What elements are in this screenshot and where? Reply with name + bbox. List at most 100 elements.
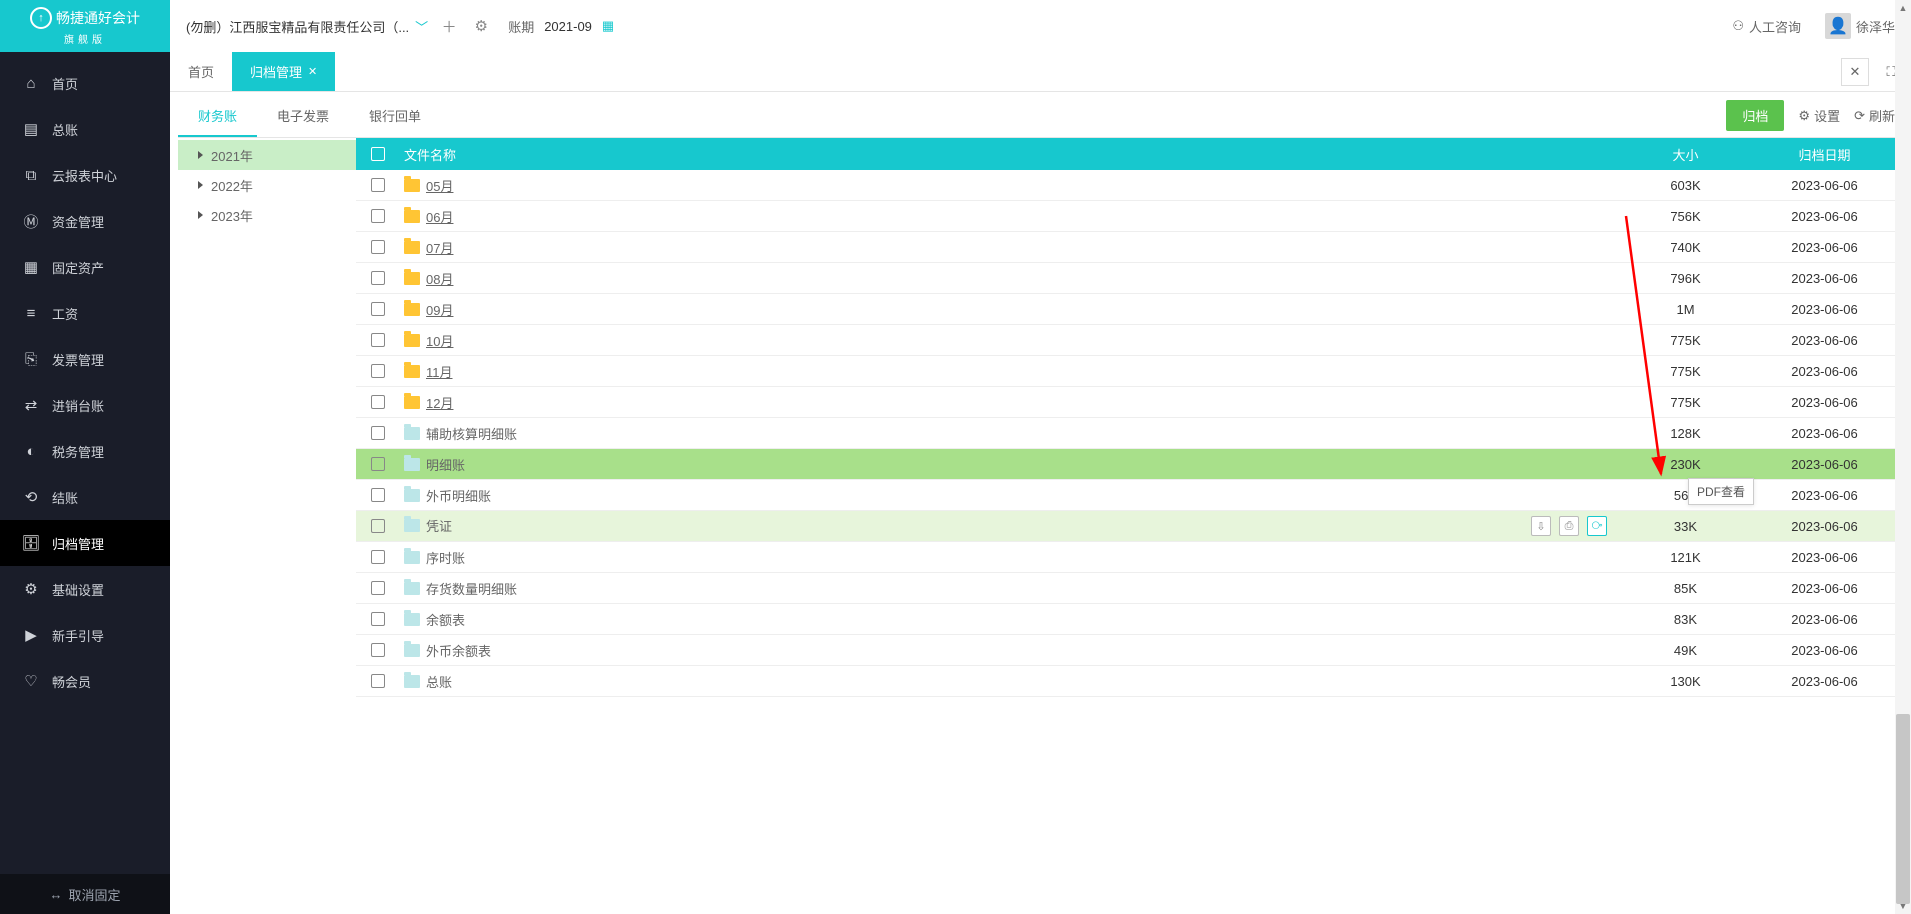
row-checkbox[interactable] — [371, 178, 385, 192]
calendar-icon[interactable]: ▦ — [602, 18, 614, 34]
sidebar-pin-toggle[interactable]: ↔ 取消固定 — [0, 874, 170, 914]
folder-icon — [404, 519, 420, 532]
sidebar-item-guide[interactable]: ▶新手引导 — [0, 612, 170, 658]
sidebar-item-money[interactable]: Ⓜ资金管理 — [0, 198, 170, 244]
table-row[interactable]: 11月775K2023-06-06 — [356, 356, 1903, 387]
table-row[interactable]: 10月775K2023-06-06 — [356, 325, 1903, 356]
table-row[interactable]: 存货数量明细账85K2023-06-06 — [356, 573, 1903, 604]
folder-icon — [404, 613, 420, 626]
sidebar-item-stock[interactable]: ⇄进销台账 — [0, 382, 170, 428]
consult-link[interactable]: ⚇ 人工咨询 — [1732, 17, 1801, 36]
sidebar-item-label: 税务管理 — [52, 442, 104, 461]
table-row[interactable]: 06月756K2023-06-06 — [356, 201, 1903, 232]
sidebar-item-gear[interactable]: ⚙基础设置 — [0, 566, 170, 612]
table-row[interactable]: 08月796K2023-06-06 — [356, 263, 1903, 294]
pdf-icon[interactable]: ⎙ — [1559, 516, 1579, 536]
sidebar-item-chart[interactable]: ⧉云报表中心 — [0, 152, 170, 198]
vertical-scrollbar[interactable]: ▲ ▼ — [1895, 0, 1911, 914]
row-checkbox[interactable] — [371, 209, 385, 223]
tree-year-2021年[interactable]: 2021年 — [178, 140, 356, 170]
file-size: 603K — [1613, 178, 1758, 193]
sidebar-item-salary[interactable]: ≡工资 — [0, 290, 170, 336]
row-checkbox[interactable] — [371, 581, 385, 595]
row-checkbox[interactable] — [371, 426, 385, 440]
company-selector[interactable]: (勿删）江西服宝精品有限责任公司（... ﹀ — [186, 17, 428, 36]
table-row[interactable]: 余额表83K2023-06-06 — [356, 604, 1903, 635]
sidebar-item-ledger[interactable]: ▤总账 — [0, 106, 170, 152]
tree-year-label: 2021年 — [211, 146, 253, 165]
row-checkbox[interactable] — [371, 271, 385, 285]
file-item[interactable]: 09月 — [404, 300, 453, 319]
sidebar-item-label: 总账 — [52, 120, 78, 139]
folder-icon — [404, 489, 420, 502]
file-item[interactable]: 06月 — [404, 207, 453, 226]
scroll-up-icon[interactable]: ▲ — [1899, 0, 1908, 16]
sidebar-item-asset[interactable]: ▦固定资产 — [0, 244, 170, 290]
row-checkbox[interactable] — [371, 488, 385, 502]
row-checkbox[interactable] — [371, 240, 385, 254]
sidebar-item-label: 进销台账 — [52, 396, 104, 415]
settings-button[interactable]: ⚙ — [470, 15, 492, 37]
sidebar-item-invoice[interactable]: ⎘发票管理 — [0, 336, 170, 382]
tree-year-2023年[interactable]: 2023年 — [178, 200, 356, 230]
folder-icon — [404, 303, 420, 316]
view-icon[interactable]: ⧂ — [1587, 516, 1607, 536]
row-checkbox[interactable] — [371, 643, 385, 657]
file-grid: 文件名称 大小 归档日期 05月603K2023-06-0606月756K202… — [356, 138, 1903, 906]
file-item: 凭证 — [404, 516, 452, 535]
row-checkbox[interactable] — [371, 302, 385, 316]
add-button[interactable]: ＋ — [438, 15, 460, 37]
subtab-1[interactable]: 电子发票 — [257, 96, 349, 137]
file-item: 明细账 — [404, 455, 465, 474]
archive-button[interactable]: 归档 — [1726, 100, 1784, 131]
file-date: 2023-06-06 — [1758, 581, 1903, 596]
file-item[interactable]: 05月 — [404, 176, 453, 195]
sidebar-item-tax[interactable]: ◐ 税务管理 — [0, 428, 170, 474]
row-checkbox[interactable] — [371, 612, 385, 626]
file-item[interactable]: 12月 — [404, 393, 453, 412]
close-icon[interactable]: ✕ — [308, 65, 317, 78]
row-checkbox[interactable] — [371, 364, 385, 378]
table-row[interactable]: 明细账230K2023-06-06 — [356, 449, 1903, 480]
file-item[interactable]: 10月 — [404, 331, 453, 350]
subtab-0[interactable]: 财务账 — [178, 96, 257, 137]
select-all-checkbox[interactable] — [371, 147, 385, 161]
row-checkbox[interactable] — [371, 395, 385, 409]
sidebar-item-home[interactable]: ⌂首页 — [0, 60, 170, 106]
file-item[interactable]: 11月 — [404, 362, 453, 381]
tab-archive[interactable]: 归档管理 ✕ — [232, 52, 335, 91]
pin-icon: ↔ — [49, 887, 62, 902]
row-checkbox[interactable] — [371, 519, 385, 533]
row-checkbox[interactable] — [371, 457, 385, 471]
table-row[interactable]: 05月603K2023-06-06 — [356, 170, 1903, 201]
refresh-link[interactable]: ⟳ 刷新 — [1854, 106, 1895, 125]
row-checkbox[interactable] — [371, 674, 385, 688]
settings-link[interactable]: ⚙ 设置 — [1798, 106, 1840, 125]
table-row[interactable]: 09月1M2023-06-06 — [356, 294, 1903, 325]
scroll-thumb[interactable] — [1896, 714, 1910, 904]
tax-icon: ◐ — [22, 442, 40, 460]
table-row[interactable]: 外币余额表49K2023-06-06 — [356, 635, 1903, 666]
table-row[interactable]: 序时账121K2023-06-06 — [356, 542, 1903, 573]
folder-icon — [404, 396, 420, 409]
table-row[interactable]: 07月740K2023-06-06 — [356, 232, 1903, 263]
row-checkbox[interactable] — [371, 550, 385, 564]
table-row[interactable]: 外币明细账56K2023-06-06 — [356, 480, 1903, 511]
file-item: 外币余额表 — [404, 641, 491, 660]
sidebar-item-close[interactable]: ⟲结账 — [0, 474, 170, 520]
subtab-2[interactable]: 银行回单 — [349, 96, 441, 137]
tabs-close-button[interactable]: ✕ — [1841, 58, 1869, 86]
table-row[interactable]: 总账130K2023-06-06 — [356, 666, 1903, 697]
row-checkbox[interactable] — [371, 333, 385, 347]
tab-home[interactable]: 首页 — [170, 52, 232, 91]
download-icon[interactable]: ⇩ — [1531, 516, 1551, 536]
file-item[interactable]: 08月 — [404, 269, 453, 288]
sidebar-item-archive[interactable]: 🗄归档管理 — [0, 520, 170, 566]
file-item[interactable]: 07月 — [404, 238, 453, 257]
table-row[interactable]: 12月775K2023-06-06 — [356, 387, 1903, 418]
tree-year-2022年[interactable]: 2022年 — [178, 170, 356, 200]
table-row[interactable]: 辅助核算明细账128K2023-06-06 — [356, 418, 1903, 449]
table-row[interactable]: 凭证⇩⎙⧂33K2023-06-06 — [356, 511, 1903, 542]
user-menu[interactable]: 👤 徐泽华 — [1825, 13, 1895, 39]
sidebar-item-vip[interactable]: ♡畅会员 — [0, 658, 170, 704]
